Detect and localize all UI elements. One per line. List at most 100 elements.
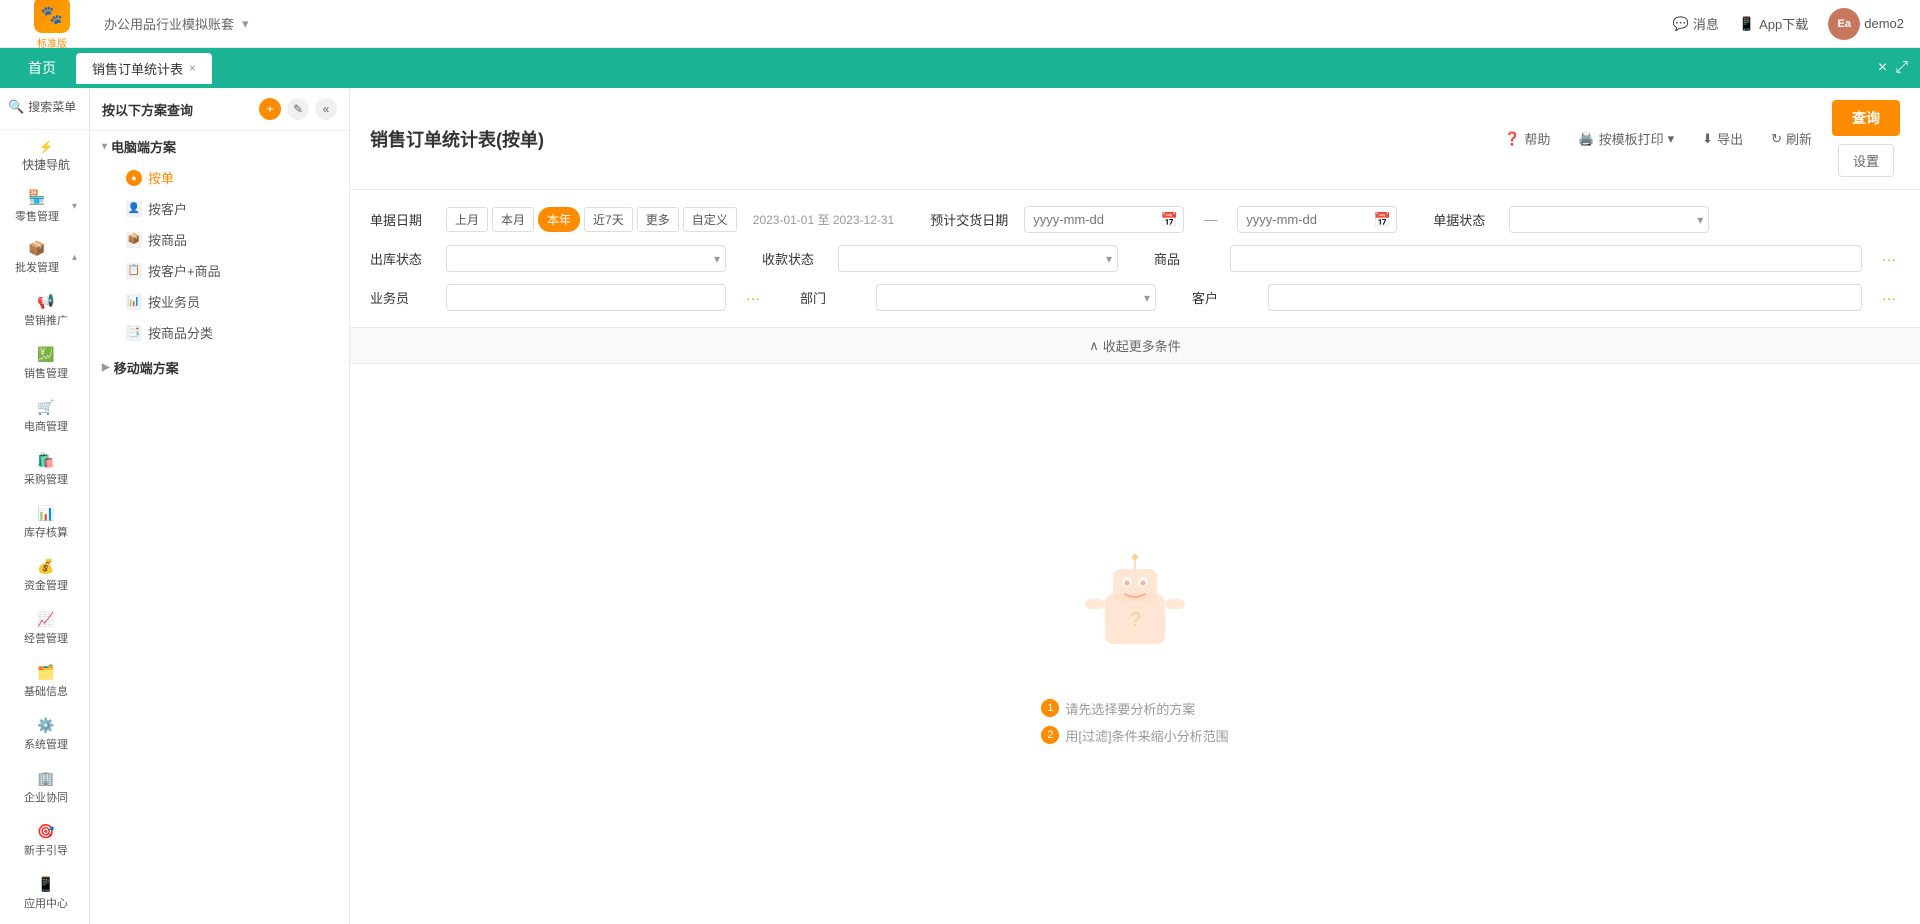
empty-hint-2: 2 用[过滤]条件来缩小分析范围 [1041,726,1228,745]
export-icon: ⬇ [1702,131,1713,147]
sidebar-item-quick-nav[interactable]: ⚡ 快捷导航 [0,130,89,181]
page-header: 销售订单统计表(按单) ❓ 帮助 🖨️ 按模板打印 ▾ ⬇ 导出 [350,88,1920,190]
collapse-bar: ∧ 收起更多条件 [350,328,1920,364]
date-label: 单据日期 [370,210,430,229]
sidebar-item-marketing[interactable]: 📢 营销推广 [0,283,89,336]
export-button[interactable]: ⬇ 导出 [1694,125,1751,152]
quick-nav-icon: ⚡ [39,140,54,154]
sidebar-item-wholesale[interactable]: 📦 批发管理 ▴ [0,232,89,283]
date-btn-custom[interactable]: 自定义 [683,207,737,232]
product-ellipsis-button[interactable]: ··· [1878,251,1900,267]
tab-active[interactable]: 销售订单统计表 × [76,53,212,84]
sidebar-item-appstore[interactable]: 📱 应用中心 [0,866,89,919]
app-title-dropdown[interactable]: ▾ [242,16,249,32]
product-input[interactable] [1230,245,1862,272]
product-label: 商品 [1154,249,1214,268]
by-order-label: 按单 [148,168,174,187]
page-title: 销售订单统计表(按单) [370,126,1496,152]
sidebar-item-purchase[interactable]: 🛍️ 采购管理 [0,442,89,495]
app-download-button[interactable]: 📱 App下载 [1739,14,1808,33]
date-to-text: 2023-12-31 [833,213,894,227]
print-label: 按模板打印 [1599,129,1664,148]
collapse-panel-icon: « [323,102,330,116]
sidebar-item-wechat[interactable]: 💬 企业微信 [0,919,89,924]
sidebar-item-enterprise[interactable]: 🏢 企业协同 [0,760,89,813]
dept-select[interactable] [876,284,1156,311]
add-plan-button[interactable]: + [259,98,281,120]
date-btn-this-year[interactable]: 本年 [538,207,580,232]
edit-plan-icon: ✎ [293,102,303,116]
tree-parent-pc[interactable]: ▾ 电脑端方案 [90,131,349,162]
salesperson-input[interactable] [446,284,726,311]
status-label: 单据状态 [1433,210,1493,229]
app-download-label: App下载 [1759,14,1808,33]
tab-home[interactable]: 首页 [12,52,72,84]
search-menu-area[interactable]: 🔍 搜索菜单 [0,98,89,123]
tree-child-by-customer-product[interactable]: 📋 按客户+商品 [90,255,349,286]
date-btn-last-7[interactable]: 近7天 [584,207,633,232]
sidebar-item-ecommerce[interactable]: 🛒 电商管理 [0,389,89,442]
retail-icon: 🏪 [28,189,45,206]
logo-area: 🐾 标准版 [16,0,88,50]
status-select-wrap [1509,206,1709,233]
sidebar-item-sales[interactable]: 💹 销售管理 [0,336,89,389]
date-btn-last-month[interactable]: 上月 [446,207,488,232]
tree-child-by-order[interactable]: ● 按单 [90,162,349,193]
out-status-select[interactable] [446,245,726,272]
sidebar-item-operations[interactable]: 📈 经营管理 [0,601,89,654]
export-label: 导出 [1717,129,1743,148]
user-profile[interactable]: Ea demo2 [1828,8,1904,40]
collapse-filter-button[interactable]: ∧ 收起更多条件 [1089,336,1181,355]
sidebar-item-basic[interactable]: 🗂️ 基础信息 [0,654,89,707]
help-button[interactable]: ❓ 帮助 [1496,125,1558,152]
content-body: 按以下方案查询 + ✎ « ▾ 电脑端方案 [90,88,1920,924]
sidebar-item-system-label: 系统管理 [24,736,68,752]
by-salesperson-icon: 📊 [126,294,142,310]
by-customer-label: 按客户 [148,199,187,218]
salesperson-ellipsis-button[interactable]: ··· [742,290,764,306]
refresh-button[interactable]: ↻ 刷新 [1763,125,1820,152]
purchase-icon: 🛍️ [37,452,54,469]
tab-maximize-button[interactable]: ⤢ [1895,59,1908,77]
svg-text:?: ? [1130,609,1141,631]
date-btn-more[interactable]: 更多 [637,207,679,232]
sidebar-item-wholesale-label: 批发管理 [15,259,59,275]
status-select[interactable] [1509,206,1709,233]
customer-ellipsis-button[interactable]: ··· [1878,290,1900,306]
collapse-panel-button[interactable]: « [315,98,337,120]
by-customer-product-label: 按客户+商品 [148,261,221,280]
tab-close-button[interactable]: × [1878,59,1887,77]
message-button[interactable]: 💬 消息 [1673,14,1719,33]
receipt-status-select[interactable] [838,245,1118,272]
settings-button[interactable]: 设置 [1838,144,1894,177]
filter-row-3: 业务员 ··· 部门 客户 ··· [370,284,1900,311]
print-dropdown-icon[interactable]: ▾ [1668,131,1675,147]
customer-input[interactable] [1268,284,1862,311]
query-button[interactable]: 查询 [1832,100,1900,136]
tree-parent-mobile[interactable]: ▶ 移动端方案 [90,352,349,383]
sidebar-item-retail[interactable]: 🏪 零售管理 ▾ [0,181,89,232]
filter-row-1: 单据日期 上月 本月 本年 近7天 更多 自定义 2023-01-01 至 20… [370,206,1900,233]
filter-area: 单据日期 上月 本月 本年 近7天 更多 自定义 2023-01-01 至 20… [350,190,1920,328]
dept-select-wrap [876,284,1156,311]
edit-plan-button[interactable]: ✎ [287,98,309,120]
tree-child-by-product[interactable]: 📦 按商品 [90,224,349,255]
refresh-label: 刷新 [1786,129,1812,148]
sidebar-item-finance[interactable]: 💰 资金管理 [0,548,89,601]
tree-child-by-salesperson[interactable]: 📊 按业务员 [90,286,349,317]
expected-date-from-wrap: 📅 [1024,206,1184,233]
sidebar-item-system[interactable]: ⚙️ 系统管理 [0,707,89,760]
sidebar-item-inventory[interactable]: 📊 库存核算 [0,495,89,548]
tree-child-by-category[interactable]: 📑 按商品分类 [90,317,349,348]
by-customer-icon: 👤 [126,201,142,217]
right-content: 销售订单统计表(按单) ❓ 帮助 🖨️ 按模板打印 ▾ ⬇ 导出 [350,88,1920,924]
print-button[interactable]: 🖨️ 按模板打印 ▾ [1570,125,1682,152]
date-btn-this-month[interactable]: 本月 [492,207,534,232]
avatar: Ea [1828,8,1860,40]
by-order-icon: ● [126,170,142,186]
sidebar-item-newbie[interactable]: 🎯 新手引导 [0,813,89,866]
tree-child-by-customer[interactable]: 👤 按客户 [90,193,349,224]
tab-close-icon[interactable]: × [189,61,196,75]
hint-num-1: 1 [1041,699,1059,717]
by-salesperson-label: 按业务员 [148,292,200,311]
